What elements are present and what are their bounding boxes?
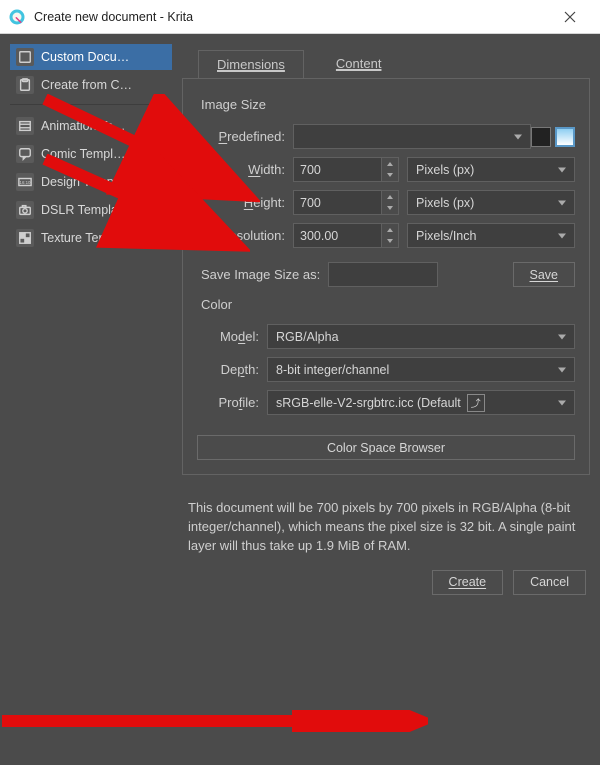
close-button[interactable] (550, 0, 590, 33)
resolution-spin-arrows[interactable] (381, 223, 399, 248)
profile-row: Profile: sRGB-elle-V2-srgbtrc.icc (Defau… (197, 390, 575, 415)
sidebar-item-label: Animation Te… (41, 119, 126, 133)
save-size-button[interactable]: Save (513, 262, 576, 287)
tab-dimensions[interactable]: Dimensions (198, 50, 304, 79)
predefined-label: Predefined: (197, 129, 293, 144)
save-size-row: Save Image Size as: Save (201, 262, 575, 287)
create-document-dialog: Create new document - Krita Custom Docu… (0, 0, 600, 765)
sidebar-item-design-templates[interactable]: 16:10 Design Templ… (10, 169, 172, 195)
profile-label: Profile: (197, 395, 267, 410)
krita-app-icon (8, 8, 26, 26)
depth-select[interactable]: 8-bit integer/channel (267, 357, 575, 382)
sidebar-item-label: Custom Docu… (41, 50, 129, 64)
document-icon (16, 48, 34, 66)
document-info-text: This document will be 700 pixels by 700 … (188, 499, 584, 556)
width-label: Width: (197, 162, 293, 177)
button-label: Create (449, 575, 487, 589)
height-spinbox[interactable] (293, 190, 399, 215)
speech-icon (16, 145, 34, 163)
sidebar-item-custom-document[interactable]: Custom Docu… (10, 44, 172, 70)
sidebar-divider (10, 104, 172, 105)
orientation-swatches (531, 127, 575, 147)
predefined-row: Predefined: (197, 124, 575, 149)
sidebar-item-label: Design Templ… (41, 175, 129, 189)
resolution-input[interactable] (293, 223, 381, 248)
tabs: Dimensions Content (182, 44, 590, 79)
ratio-icon: 16:10 (16, 173, 34, 191)
sidebar-item-label: Texture Templ… (41, 231, 131, 245)
color-heading: Color (201, 297, 575, 312)
height-row: Height: Pixels (px) (197, 190, 575, 215)
titlebar: Create new document - Krita (0, 0, 600, 34)
width-unit-select[interactable]: Pixels (px) (407, 157, 575, 182)
film-icon (16, 117, 34, 135)
window-title: Create new document - Krita (34, 10, 550, 24)
depth-label: Depth: (197, 362, 267, 377)
save-size-label: Save Image Size as: (201, 267, 320, 282)
profile-select[interactable]: sRGB-elle-V2-srgbtrc.icc (Default ⤴ (267, 390, 575, 415)
tab-content[interactable]: Content (318, 50, 400, 79)
dimensions-panel: Image Size Predefined: Width: Pixe (182, 78, 590, 475)
height-spin-arrows[interactable] (381, 190, 399, 215)
camera-icon (16, 201, 34, 219)
resolution-label: Resolution: (197, 228, 293, 243)
model-select[interactable]: RGB/Alpha (267, 324, 575, 349)
orientation-portrait-button[interactable] (555, 127, 575, 147)
checker-icon (16, 229, 34, 247)
dialog-content: Custom Docu… Create from C… Animation Te… (0, 34, 600, 765)
save-size-input[interactable] (328, 262, 438, 287)
sidebar-item-create-from-clipboard[interactable]: Create from C… (10, 72, 172, 98)
depth-row: Depth: 8-bit integer/channel (197, 357, 575, 382)
height-label: Height: (197, 195, 293, 210)
resolution-unit-select[interactable]: Pixels/Inch (407, 223, 575, 248)
clipboard-icon (16, 76, 34, 94)
sidebar-item-label: DSLR Templat… (41, 203, 134, 217)
close-icon (564, 11, 576, 23)
resolution-spinbox[interactable] (293, 223, 399, 248)
sidebar-item-animation-templates[interactable]: Animation Te… (10, 113, 172, 139)
profile-value: sRGB-elle-V2-srgbtrc.icc (Default (276, 396, 461, 410)
predefined-select[interactable] (293, 124, 531, 149)
tab-label: Dimensions (217, 57, 285, 72)
button-label: Save (530, 268, 559, 282)
sidebar-item-comic-templates[interactable]: Comic Templ… (10, 141, 172, 167)
svg-text:16:10: 16:10 (20, 180, 31, 185)
sidebar-item-texture-templates[interactable]: Texture Templ… (10, 225, 172, 251)
color-space-browser-button[interactable]: Color Space Browser (197, 435, 575, 460)
create-button[interactable]: Create (432, 570, 504, 595)
width-spinbox[interactable] (293, 157, 399, 182)
footer-buttons: Create Cancel (182, 570, 590, 595)
height-input[interactable] (293, 190, 381, 215)
tab-label: Content (336, 56, 382, 71)
sidebar-item-label: Comic Templ… (41, 147, 126, 161)
sidebar-item-label: Create from C… (41, 78, 132, 92)
model-row: Model: RGB/Alpha (197, 324, 575, 349)
image-size-heading: Image Size (201, 97, 575, 112)
sidebar-item-dslr-templates[interactable]: DSLR Templat… (10, 197, 172, 223)
height-unit-select[interactable]: Pixels (px) (407, 190, 575, 215)
orientation-landscape-button[interactable] (531, 127, 551, 147)
main-panel: Dimensions Content Image Size Predefined… (182, 44, 590, 753)
width-row: Width: Pixels (px) (197, 157, 575, 182)
width-spin-arrows[interactable] (381, 157, 399, 182)
resolution-row: Resolution: Pixels/Inch (197, 223, 575, 248)
width-input[interactable] (293, 157, 381, 182)
sidebar: Custom Docu… Create from C… Animation Te… (10, 44, 172, 753)
model-label: Model: (197, 329, 267, 344)
profile-browse-icon[interactable]: ⤴ (467, 394, 485, 412)
cancel-button[interactable]: Cancel (513, 570, 586, 595)
